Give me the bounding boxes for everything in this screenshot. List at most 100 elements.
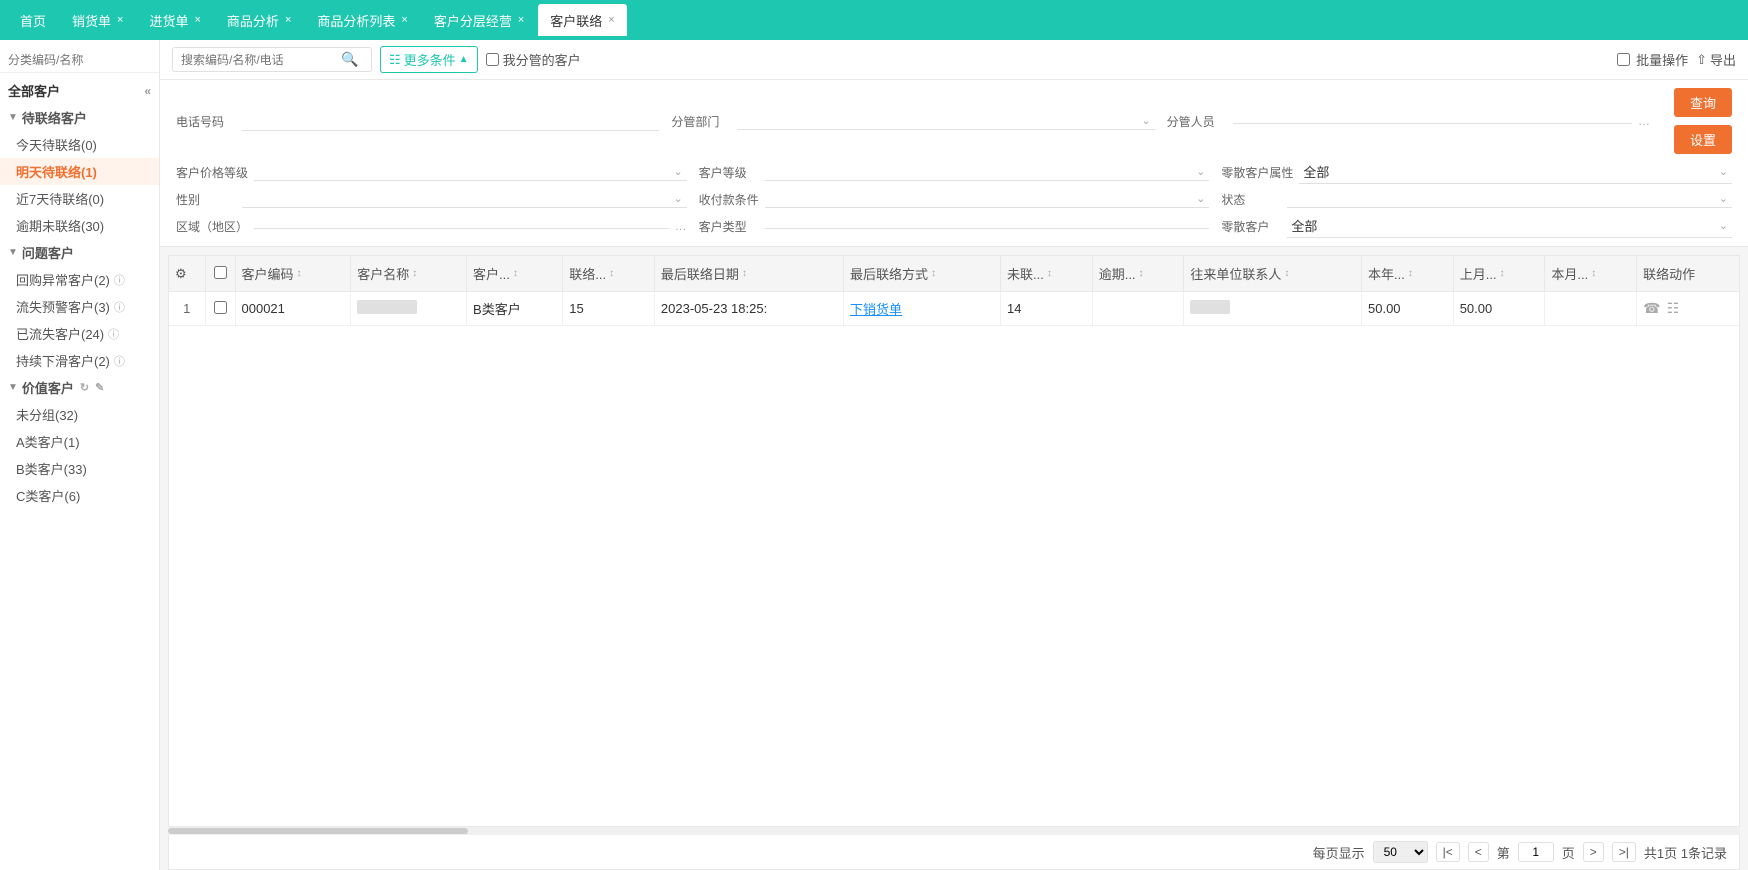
this-year-cell: 50.00	[1362, 292, 1454, 326]
scrollbar-thumb[interactable]	[168, 828, 468, 834]
manager-input[interactable]	[1233, 119, 1632, 124]
customer-name-masked	[357, 300, 417, 314]
prev-page-btn[interactable]: <	[1468, 842, 1489, 862]
action-grid-icon[interactable]: ☷	[1667, 300, 1680, 317]
nav-close-purchase-order[interactable]: ×	[194, 14, 200, 26]
first-page-btn[interactable]: |<	[1436, 842, 1460, 862]
retail-customer-select[interactable]: 全部 ⌄	[1287, 214, 1732, 238]
value-refresh-icon[interactable]: ↻	[80, 381, 89, 394]
retail-attr-select[interactable]: 全部 ⌄	[1299, 160, 1732, 184]
th-overdue[interactable]: 逾期... ↕	[1092, 256, 1184, 292]
payment-select[interactable]: ⌄	[765, 190, 1210, 208]
page-size-select[interactable]: 50 100 200	[1373, 841, 1428, 863]
action-phone-icon[interactable]: ☎	[1643, 300, 1660, 317]
setting-button[interactable]: 设置	[1674, 125, 1732, 154]
price-level-select[interactable]: ⌄	[254, 163, 687, 181]
th-customer-code[interactable]: 客户编码 ↕	[235, 256, 351, 292]
th-settings[interactable]: ⚙	[169, 256, 205, 292]
sidebar-item-a-class[interactable]: A类客户(1)	[0, 428, 159, 455]
th-last-contact-method[interactable]: 最后联络方式 ↕	[844, 256, 1001, 292]
filter-dept: 分管部门 ⌄	[671, 112, 1154, 130]
nav-sales-order[interactable]: 销货单 ×	[60, 4, 135, 36]
nav-close-sales-order[interactable]: ×	[117, 14, 123, 26]
sidebar-item-churn-warning[interactable]: 流失预警客户(3) ⓘ	[0, 293, 159, 320]
nav-customer-layered[interactable]: 客户分层经营 ×	[422, 4, 536, 36]
select-all-checkbox[interactable]	[214, 266, 227, 279]
sidebar-item-repurchase-abnormal[interactable]: 回购异常客户(2) ⓘ	[0, 266, 159, 293]
query-button[interactable]: 查询	[1674, 88, 1732, 117]
horizontal-scrollbar[interactable]	[168, 827, 1740, 835]
pending-group-header[interactable]: ▼ 待联络客户	[0, 104, 159, 131]
sidebar-item-overdue-pending[interactable]: 逾期未联络(30)	[0, 212, 159, 239]
nav-product-analysis-list[interactable]: 商品分析列表 ×	[305, 4, 419, 36]
th-last-month[interactable]: 上月... ↕	[1453, 256, 1545, 292]
filter-manager: 分管人员 …	[1167, 113, 1650, 130]
th-customer-type[interactable]: 客户... ↕	[467, 256, 563, 292]
dept-select[interactable]: ⌄	[737, 112, 1154, 130]
search-icon[interactable]: 🔍	[341, 51, 358, 68]
customer-type-input[interactable]	[765, 224, 1210, 229]
value-group-header[interactable]: ▼ 价值客户 ↻ ✎	[0, 374, 159, 401]
filter-region: 区域（地区） …	[176, 218, 687, 235]
gender-select[interactable]: ⌄	[242, 190, 687, 208]
my-customers-check[interactable]	[486, 53, 499, 66]
value-edit-icon[interactable]: ✎	[95, 381, 104, 394]
row-checkbox[interactable]	[214, 301, 227, 314]
nav-close-product-analysis[interactable]: ×	[285, 14, 291, 26]
batch-op-btn[interactable]: 批量操作	[1617, 50, 1688, 69]
page-num-input[interactable]	[1518, 842, 1554, 862]
filter-row-3: 性别 ⌄ 收付款条件 ⌄ 状态	[176, 190, 1732, 208]
last-contact-method-cell[interactable]: 下销货单	[844, 292, 1001, 326]
sidebar-item-c-class[interactable]: C类客户(6)	[0, 482, 159, 509]
sidebar-item-tomorrow-pending[interactable]: 明天待联络(1)	[0, 158, 159, 185]
nav-close-customer-contact[interactable]: ×	[608, 14, 614, 26]
th-uncontacted[interactable]: 未联... ↕	[1001, 256, 1093, 292]
more-conditions-btn[interactable]: ☷ 更多条件 ▲	[380, 46, 478, 73]
content-area: 🔍 ☷ 更多条件 ▲ 我分管的客户 批量操作 ⇧ 导出	[160, 40, 1748, 870]
sidebar-item-churned[interactable]: 已流失客户(24) ⓘ	[0, 320, 159, 347]
export-btn[interactable]: ⇧ 导出	[1696, 50, 1736, 69]
status-select[interactable]: ⌄	[1287, 190, 1732, 208]
nav-home[interactable]: 首页	[8, 4, 58, 36]
batch-checkbox[interactable]	[1617, 53, 1630, 66]
th-this-month[interactable]: 本月... ↕	[1545, 256, 1637, 292]
phone-input[interactable]	[242, 112, 659, 131]
nav-purchase-order[interactable]: 进货单 ×	[137, 4, 212, 36]
all-customers-header[interactable]: 全部客户 «	[0, 77, 159, 104]
settings-icon[interactable]: ⚙	[175, 266, 187, 281]
top-navigation: 首页 销货单 × 进货单 × 商品分析 × 商品分析列表 × 客户分层经营 × …	[0, 0, 1748, 40]
gender-arrow: ⌄	[673, 192, 682, 205]
nav-close-customer-layered[interactable]: ×	[518, 14, 524, 26]
customer-level-select[interactable]: ⌄	[765, 163, 1210, 181]
filter-row-1: 电话号码 分管部门 ⌄ 分管人员 … 查询 设置	[176, 88, 1732, 154]
nav-customer-contact[interactable]: 客户联络 ×	[538, 4, 626, 36]
value-triangle-icon: ▼	[8, 382, 18, 393]
th-actions: 联络动作	[1637, 256, 1739, 292]
region-more[interactable]: …	[675, 219, 687, 233]
sidebar-search-input[interactable]	[8, 53, 160, 67]
problem-group-header[interactable]: ▼ 问题客户	[0, 239, 159, 266]
th-this-year[interactable]: 本年... ↕	[1362, 256, 1454, 292]
toolbar: 🔍 ☷ 更多条件 ▲ 我分管的客户 批量操作 ⇧ 导出	[160, 40, 1748, 80]
th-last-contact-date[interactable]: 最后联络日期 ↕	[654, 256, 843, 292]
region-input[interactable]	[254, 224, 669, 229]
sidebar-item-today-pending[interactable]: 今天待联络(0)	[0, 131, 159, 158]
next-page-btn[interactable]: >	[1583, 842, 1604, 862]
manager-more[interactable]: …	[1638, 114, 1650, 128]
overdue-cell	[1092, 292, 1184, 326]
sort-icon-uncontact: ↕	[1047, 268, 1052, 279]
nav-product-analysis[interactable]: 商品分析 ×	[215, 4, 303, 36]
search-input[interactable]	[181, 53, 341, 67]
th-contact-person[interactable]: 往来单位联系人 ↕	[1184, 256, 1362, 292]
sidebar-item-7day-pending[interactable]: 近7天待联络(0)	[0, 185, 159, 212]
last-page-btn[interactable]: >|	[1612, 842, 1636, 862]
sidebar-item-ungrouped[interactable]: 未分组(32)	[0, 401, 159, 428]
filter-icon: ☷	[389, 52, 401, 68]
my-customers-checkbox[interactable]: 我分管的客户	[486, 50, 581, 69]
th-customer-name[interactable]: 客户名称 ↕	[351, 256, 467, 292]
nav-close-product-analysis-list[interactable]: ×	[401, 14, 407, 26]
sidebar-item-b-class[interactable]: B类客户(33)	[0, 455, 159, 482]
price-level-arrow: ⌄	[673, 165, 682, 178]
sidebar-item-declining[interactable]: 持续下滑客户(2) ⓘ	[0, 347, 159, 374]
th-contact-count[interactable]: 联络... ↕	[563, 256, 655, 292]
